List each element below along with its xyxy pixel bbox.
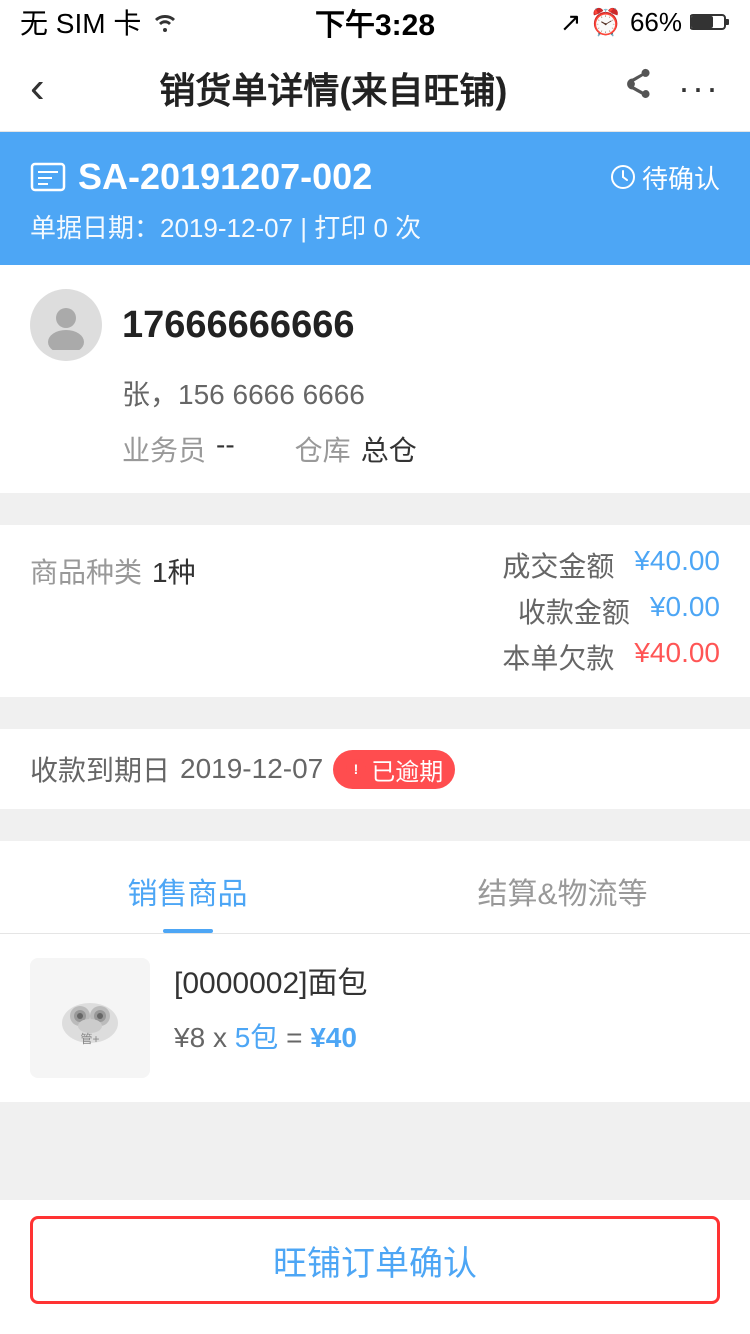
received-amount-row: 收款金额 ¥0.00 [518,591,720,631]
product-price: ¥8 x 5包 = ¥40 [174,1016,720,1056]
status-bar-left: 无 SIM 卡 [20,2,179,42]
unit-price: ¥8 [174,1022,205,1053]
tabs-header: 销售商品 结算&物流等 [0,841,750,934]
nav-title: 销货单详情(来自旺铺) [159,62,507,114]
overdue-badge: ! 已逾期 [333,750,455,789]
battery-icon [690,12,730,32]
product-type: 商品种类 1种 [30,545,196,591]
wifi-icon [151,12,179,32]
equal-sign: = [286,1022,310,1053]
due-label: 收款到期日 [30,749,170,789]
status-bar-right: ↗ ⏰ 66% [560,7,730,38]
order-date: 单据日期：2019-12-07 | 打印 0 次 [30,208,720,245]
owed-label: 本单欠款 [502,637,614,677]
product-logo: 管+ [50,988,130,1048]
customer-name: 张，156 6666 6666 [30,373,720,413]
customer-section: 17666666666 张，156 6666 6666 业务员 -- 仓库 总仓 [0,265,750,493]
svg-text:!: ! [354,761,359,777]
deal-amount-value: ¥40.00 [634,545,720,585]
product-type-value: 1种 [152,551,196,591]
nav-right: ··· [622,67,720,109]
location-icon: ↗ [560,7,582,38]
carrier-text: 无 SIM 卡 [20,2,141,42]
divider-1 [0,509,750,525]
status-bar-time: 下午3:28 [315,0,435,44]
alarm-icon: ⏰ [590,7,622,38]
tabs-section: 销售商品 结算&物流等 管+ [0000002]面包 ¥8 [0,841,750,1102]
warehouse-meta: 仓库 总仓 [295,429,417,469]
person-icon [41,300,91,350]
warehouse-label: 仓库 [295,429,351,469]
customer-meta: 业务员 -- 仓库 总仓 [30,429,720,469]
tab-sales[interactable]: 销售商品 [0,841,375,933]
order-icon [30,162,66,192]
due-date-section: 收款到期日 2019-12-07 ! 已逾期 [0,729,750,809]
sales-label: 业务员 [122,429,206,469]
bottom-bar: 旺铺订单确认 [0,1200,750,1334]
customer-avatar [30,289,102,361]
product-thumbnail: 管+ [30,958,150,1078]
multiply-sign: x [213,1022,235,1053]
share-button[interactable] [622,68,654,108]
status-text: 待确认 [642,159,720,196]
order-status: 待确认 [610,159,720,196]
clock-icon [610,164,636,190]
tab-settlement[interactable]: 结算&物流等 [375,841,750,933]
back-button[interactable]: ‹ [30,63,45,113]
received-label: 收款金额 [518,591,630,631]
deal-amount-label: 成交金额 [502,545,614,585]
nav-bar: ‹ 销货单详情(来自旺铺) ··· [0,44,750,132]
nav-left: ‹ [30,63,45,113]
owed-amount-row: 本单欠款 ¥40.00 [502,637,720,677]
due-date: 2019-12-07 [180,753,323,785]
order-id: SA-20191207-002 [30,156,372,198]
owed-value: ¥40.00 [634,637,720,677]
product-total: ¥40 [310,1022,357,1053]
product-type-label: 商品种类 [30,551,142,591]
status-bar: 无 SIM 卡 下午3:28 ↗ ⏰ 66% [0,0,750,44]
svg-text:管+: 管+ [80,1031,99,1046]
warehouse-value: 总仓 [361,429,417,469]
customer-phone: 17666666666 [122,304,354,347]
sales-meta: 业务员 -- [122,429,235,469]
amount-section: 商品种类 1种 成交金额 ¥40.00 收款金额 ¥0.00 本单欠款 ¥40.… [0,525,750,697]
received-value: ¥0.00 [650,591,720,631]
sales-value: -- [216,429,235,469]
divider-2 [0,713,750,729]
order-header: SA-20191207-002 待确认 单据日期：2019-12-07 | 打印… [0,132,750,265]
battery-text: 66% [630,7,682,38]
product-quantity: 5包 [235,1022,279,1053]
divider-3 [0,825,750,841]
product-info: [0000002]面包 ¥8 x 5包 = ¥40 [174,958,720,1056]
confirm-order-button[interactable]: 旺铺订单确认 [30,1216,720,1304]
amount-right: 成交金额 ¥40.00 收款金额 ¥0.00 本单欠款 ¥40.00 [502,545,720,677]
more-button[interactable]: ··· [678,67,720,109]
product-name: [0000002]面包 [174,958,720,1002]
product-section: 管+ [0000002]面包 ¥8 x 5包 = ¥40 [0,934,750,1102]
deal-amount-row: 成交金额 ¥40.00 [502,545,720,585]
warning-icon: ! [345,758,367,780]
